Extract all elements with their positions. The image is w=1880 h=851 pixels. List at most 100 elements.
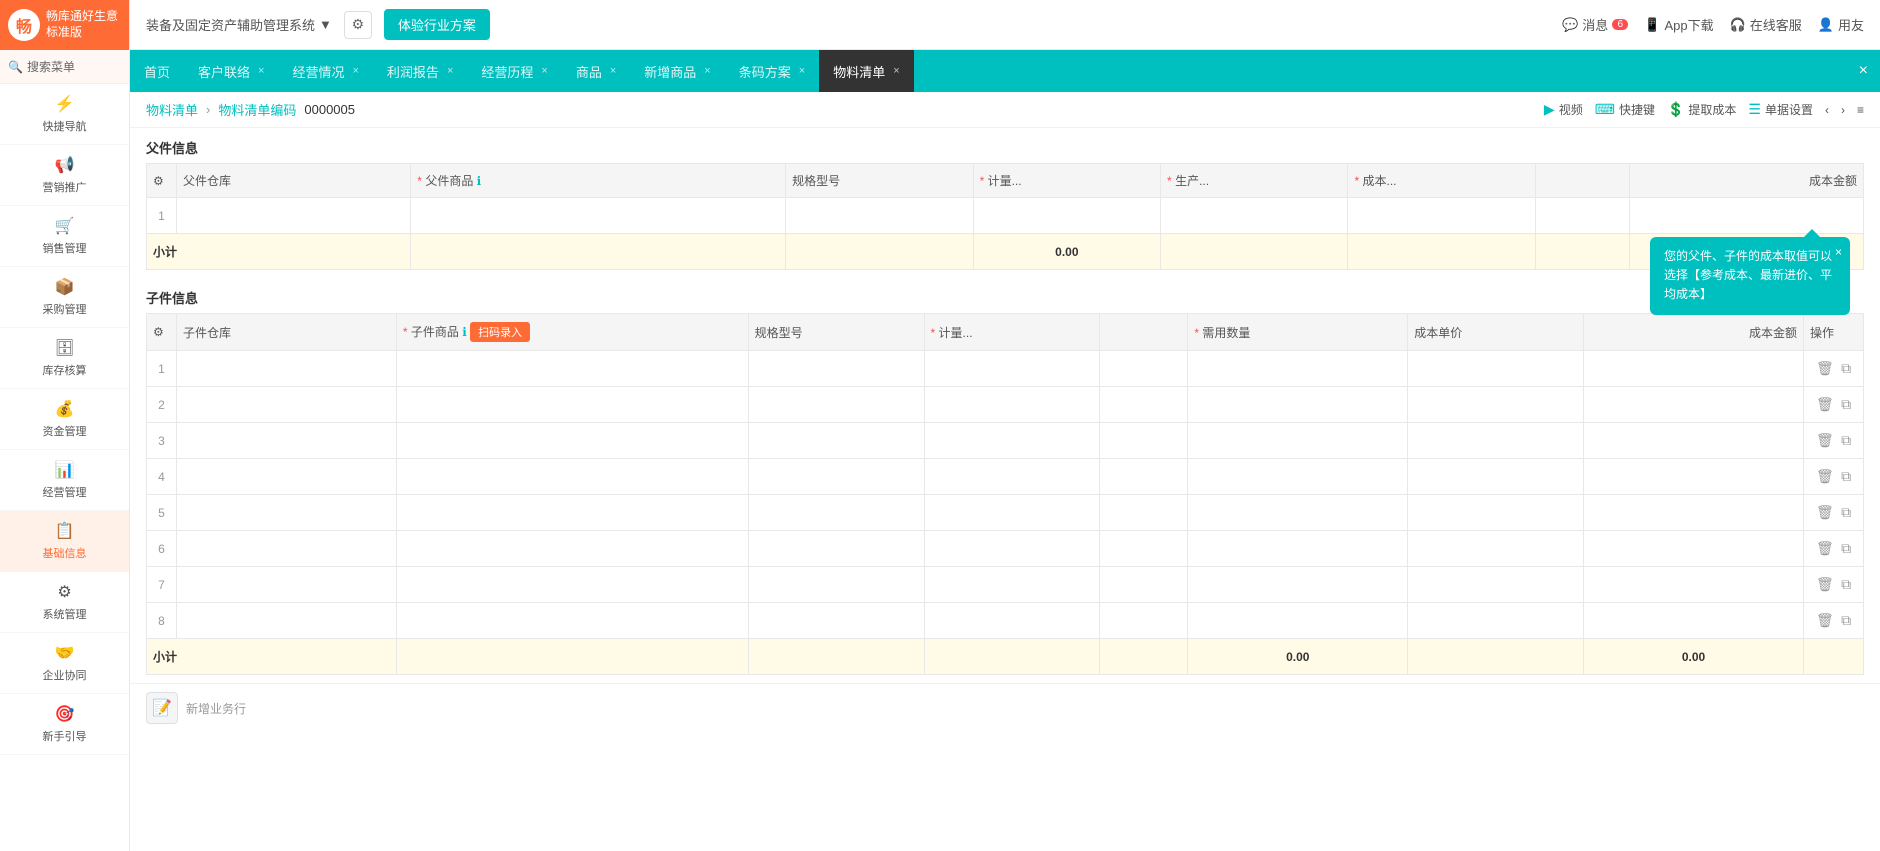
scan-input-button[interactable]: 扫码录入 xyxy=(470,322,530,342)
parent-col-production: * 生产... xyxy=(1161,164,1348,198)
tab-close-customer[interactable]: × xyxy=(258,65,264,77)
tab-operations[interactable]: 经营情况 × xyxy=(278,50,372,92)
child-row-2-unit[interactable] xyxy=(924,387,1100,423)
child-row-1-product[interactable] xyxy=(396,351,748,387)
delete-row-1-button[interactable]: 🗑 xyxy=(1816,360,1834,376)
child-row-2-warehouse[interactable] xyxy=(177,387,397,423)
sidebar-item-system[interactable]: ⚙ 系统管理 xyxy=(0,572,129,633)
sidebar-item-inventory[interactable]: 🗄 库存核算 xyxy=(0,328,129,389)
tab-close-products[interactable]: × xyxy=(610,65,616,77)
child-col-settings[interactable]: ⚙ xyxy=(147,314,177,351)
gear-settings-button[interactable]: ⚙ xyxy=(344,11,372,39)
tab-barcode[interactable]: 条码方案 × xyxy=(725,50,819,92)
parent-product-cell[interactable] xyxy=(411,198,786,234)
shortcut-button[interactable]: ⌨ 快捷键 xyxy=(1595,101,1655,118)
copy-row-7-button[interactable]: ⧉ xyxy=(1841,576,1851,592)
child-row-1-warehouse[interactable] xyxy=(177,351,397,387)
doc-settings-button[interactable]: ☰ 单据设置 xyxy=(1748,101,1813,118)
parent-table-header: ⚙ 父件仓库 * 父件商品 ℹ 规格型号 * 计量... xyxy=(147,164,1864,198)
delete-row-3-button[interactable]: 🗑 xyxy=(1816,432,1834,448)
child-row-3-unit-cost[interactable] xyxy=(1408,423,1584,459)
parent-warehouse-cell[interactable] xyxy=(177,198,411,234)
close-all-tabs-button[interactable]: × xyxy=(1847,62,1880,80)
child-row-2-spec[interactable] xyxy=(748,387,924,423)
copy-row-4-button[interactable]: ⧉ xyxy=(1841,468,1851,484)
sidebar-item-operations[interactable]: 📊 经营管理 xyxy=(0,450,129,511)
delete-row-6-button[interactable]: 🗑 xyxy=(1816,540,1834,556)
copy-row-3-button[interactable]: ⧉ xyxy=(1841,432,1851,448)
parent-cost-cell[interactable] xyxy=(1348,198,1535,234)
tab-close-history[interactable]: × xyxy=(541,65,547,77)
breadcrumb-parent[interactable]: 物料清单 xyxy=(146,100,198,119)
copy-row-6-button[interactable]: ⧉ xyxy=(1841,540,1851,556)
tooltip-close-button[interactable]: × xyxy=(1835,243,1842,262)
sidebar-item-purchase[interactable]: 📦 采购管理 xyxy=(0,267,129,328)
child-row-1-spec[interactable] xyxy=(748,351,924,387)
child-row-1-quantity[interactable] xyxy=(1188,351,1408,387)
child-row-2-quantity[interactable] xyxy=(1188,387,1408,423)
app-download-button[interactable]: 📱 App下载 xyxy=(1644,15,1713,34)
extract-cost-button[interactable]: 💲 提取成本 xyxy=(1667,101,1736,118)
sidebar-item-sales[interactable]: 🛒 销售管理 xyxy=(0,206,129,267)
parent-spec-cell[interactable] xyxy=(786,198,973,234)
copy-row-8-button[interactable]: ⧉ xyxy=(1841,612,1851,628)
parent-col-cost-amount: 成本金额 xyxy=(1629,164,1863,198)
search-menu[interactable]: 🔍 搜索菜单 xyxy=(0,50,129,84)
tab-close-operations[interactable]: × xyxy=(352,65,358,77)
next-record-button[interactable]: › xyxy=(1841,103,1845,117)
add-row-button[interactable]: 📝 xyxy=(146,692,178,724)
breadcrumb-separator: › xyxy=(206,102,210,117)
child-row-3-warehouse[interactable] xyxy=(177,423,397,459)
child-row-3-spec[interactable] xyxy=(748,423,924,459)
sidebar-item-finance[interactable]: 💰 资金管理 xyxy=(0,389,129,450)
tab-close-barcode[interactable]: × xyxy=(799,65,805,77)
delete-row-8-button[interactable]: 🗑 xyxy=(1816,612,1834,628)
list-view-button[interactable]: ≡ xyxy=(1857,103,1864,117)
tab-products[interactable]: 商品 × xyxy=(562,50,630,92)
user-menu[interactable]: 👤 用友 xyxy=(1818,15,1864,34)
tab-profit[interactable]: 利润报告 × xyxy=(373,50,467,92)
parent-col-settings[interactable]: ⚙ xyxy=(147,164,177,198)
delete-row-7-button[interactable]: 🗑 xyxy=(1816,576,1834,592)
tab-bom[interactable]: 物料清单 × xyxy=(819,50,913,92)
child-quantity-sum: 0.00 xyxy=(1188,639,1408,675)
parent-production-cell[interactable] xyxy=(1161,198,1348,234)
child-row-2-unit-cost[interactable] xyxy=(1408,387,1584,423)
child-row-3-product[interactable] xyxy=(396,423,748,459)
child-table-row: 2 🗑 ⧉ xyxy=(147,387,1864,423)
tab-customer[interactable]: 客户联络 × xyxy=(184,50,278,92)
message-button[interactable]: 💬 消息 6 xyxy=(1562,15,1628,34)
child-row-3-quantity[interactable] xyxy=(1188,423,1408,459)
online-service-button[interactable]: 🎧 在线客服 xyxy=(1730,15,1802,34)
copy-row-5-button[interactable]: ⧉ xyxy=(1841,504,1851,520)
delete-row-5-button[interactable]: 🗑 xyxy=(1816,504,1834,520)
finance-icon: 💰 xyxy=(55,399,75,419)
copy-row-2-button[interactable]: ⧉ xyxy=(1841,396,1851,412)
sidebar-item-enterprise[interactable]: 🤝 企业协同 xyxy=(0,633,129,694)
copy-row-1-button[interactable]: ⧉ xyxy=(1841,360,1851,376)
child-row-1-unit[interactable] xyxy=(924,351,1100,387)
tab-new-product[interactable]: 新增商品 × xyxy=(630,50,724,92)
child-row-3-unit[interactable] xyxy=(924,423,1100,459)
parent-unit-cell[interactable] xyxy=(973,198,1160,234)
system-title-dropdown[interactable]: 装备及固定资产辅助管理系统 ▼ xyxy=(146,15,332,34)
child-row-2-product[interactable] xyxy=(396,387,748,423)
tab-close-profit[interactable]: × xyxy=(447,65,453,77)
sidebar-item-basic[interactable]: 📋 基础信息 xyxy=(0,511,129,572)
tab-close-new-product[interactable]: × xyxy=(704,65,710,77)
child-col-cost-amount: 成本金额 xyxy=(1584,314,1804,351)
experience-button[interactable]: 体验行业方案 xyxy=(384,9,490,40)
tab-history[interactable]: 经营历程 × xyxy=(467,50,561,92)
sidebar-item-guide[interactable]: 🎯 新手引导 xyxy=(0,694,129,755)
sidebar-item-quick-nav[interactable]: ⚡ 快捷导航 xyxy=(0,84,129,145)
sidebar-item-marketing[interactable]: 📢 营销推广 xyxy=(0,145,129,206)
delete-row-2-button[interactable]: 🗑 xyxy=(1816,396,1834,412)
tab-close-bom[interactable]: × xyxy=(893,65,899,77)
tab-home[interactable]: 首页 xyxy=(130,50,184,92)
view-video-button[interactable]: ▶ 视频 xyxy=(1544,101,1583,118)
guide-icon: 🎯 xyxy=(55,704,75,724)
child-row-1-unit-cost[interactable] xyxy=(1408,351,1584,387)
delete-row-4-button[interactable]: 🗑 xyxy=(1816,468,1834,484)
parent-section-title: 父件信息 xyxy=(146,128,1864,163)
prev-record-button[interactable]: ‹ xyxy=(1825,103,1829,117)
